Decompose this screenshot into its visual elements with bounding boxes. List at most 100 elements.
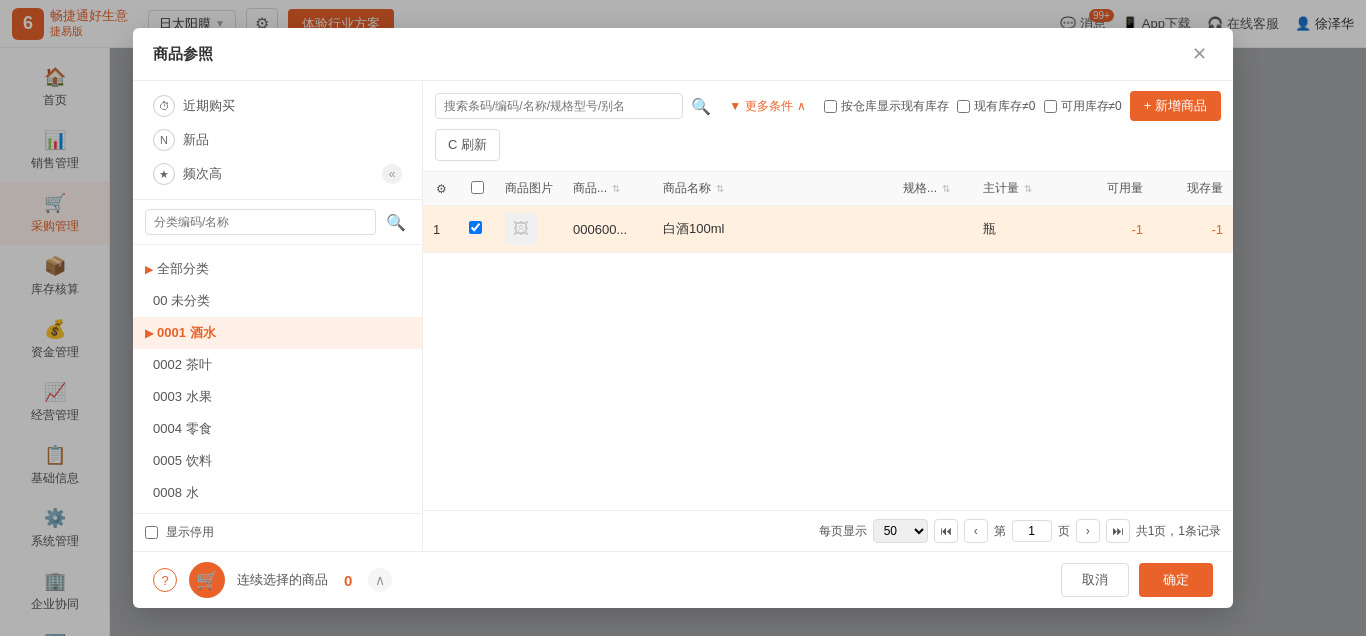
td-name: 白酒100ml bbox=[653, 206, 893, 253]
th-unit[interactable]: 主计量 ⇅ bbox=[973, 172, 1053, 206]
per-page-label: 每页显示 bbox=[819, 523, 867, 540]
total-info: 共1页，1条记录 bbox=[1136, 523, 1221, 540]
show-disabled-checkbox[interactable] bbox=[145, 526, 158, 539]
th-spec[interactable]: 规格... ⇅ bbox=[893, 172, 973, 206]
recent-icon: ⏱ bbox=[153, 95, 175, 117]
th-img: 商品图片 bbox=[495, 172, 563, 206]
more-conditions-label: 更多条件 bbox=[745, 98, 793, 115]
td-avail: -1 bbox=[1053, 206, 1153, 253]
modal-footer: ? 🛒 连续选择的商品 0 ∧ 取消 确定 bbox=[133, 551, 1233, 608]
td-code: 000600... bbox=[563, 206, 653, 253]
filter-recent[interactable]: ⏱ 近期购买 bbox=[145, 89, 410, 123]
category-search-input[interactable] bbox=[145, 209, 376, 235]
new-icon: N bbox=[153, 129, 175, 151]
page-input[interactable] bbox=[1012, 520, 1052, 542]
cat-0003[interactable]: 0003 水果 bbox=[133, 381, 422, 413]
first-page-button[interactable]: ⏮ bbox=[934, 519, 958, 543]
filter-new[interactable]: N 新品 bbox=[145, 123, 410, 157]
selected-count: 0 bbox=[344, 572, 352, 589]
th-settings[interactable]: ⚙ bbox=[423, 172, 459, 206]
stock-ne0-label: 现有库存≠0 bbox=[974, 98, 1035, 115]
cat-0008[interactable]: 0008 水 bbox=[133, 477, 422, 509]
toolbar-row: 🔍 ▼ 更多条件 ∧ 按仓库显示现有库存 现有库存≠0 bbox=[423, 81, 1233, 172]
filter-frequent[interactable]: ★ 频次高 « bbox=[145, 157, 410, 191]
modal-body: ⏱ 近期购买 N 新品 ★ 频次高 « 🔍 bbox=[133, 81, 1233, 551]
td-seq: 1 bbox=[423, 206, 459, 253]
show-disabled-row: 显示停用 bbox=[133, 513, 422, 551]
new-label: 新品 bbox=[183, 131, 209, 149]
th-name[interactable]: 商品名称 ⇅ bbox=[653, 172, 893, 206]
td-img: 🖼 bbox=[495, 206, 563, 253]
recent-label: 近期购买 bbox=[183, 97, 235, 115]
next-page-button[interactable]: › bbox=[1076, 519, 1100, 543]
product-search-button[interactable]: 🔍 bbox=[691, 97, 711, 116]
quick-filters: ⏱ 近期购买 N 新品 ★ 频次高 « bbox=[133, 81, 422, 200]
help-icon[interactable]: ? bbox=[153, 568, 177, 592]
product-table: ⚙ 商品图片 商品... ⇅ bbox=[423, 172, 1233, 253]
collapse-footer-icon[interactable]: ∧ bbox=[368, 568, 392, 592]
product-thumbnail: 🖼 bbox=[505, 213, 537, 245]
confirm-button[interactable]: 确定 bbox=[1139, 563, 1213, 597]
td-check[interactable] bbox=[459, 206, 495, 253]
column-settings-icon: ⚙ bbox=[436, 182, 447, 196]
table-header-row: ⚙ 商品图片 商品... ⇅ bbox=[423, 172, 1233, 206]
cat-0001[interactable]: ▶ 0001 酒水 bbox=[133, 317, 422, 349]
last-page-button[interactable]: ⏭ bbox=[1106, 519, 1130, 543]
td-stock: -1 bbox=[1153, 206, 1233, 253]
add-product-button[interactable]: + 新增商品 bbox=[1130, 91, 1221, 121]
th-code[interactable]: 商品... ⇅ bbox=[563, 172, 653, 206]
sort-spec-icon: ⇅ bbox=[942, 183, 950, 194]
collapse-left-icon[interactable]: « bbox=[382, 164, 402, 184]
cancel-button[interactable]: 取消 bbox=[1061, 563, 1129, 597]
frequent-label: 频次高 bbox=[183, 165, 222, 183]
filter-icon: ▼ bbox=[729, 99, 741, 113]
stock-ne0-checkbox-row[interactable]: 现有库存≠0 bbox=[957, 98, 1035, 115]
warehouse-checkbox-row[interactable]: 按仓库显示现有库存 bbox=[824, 98, 949, 115]
modal-right-panel: 🔍 ▼ 更多条件 ∧ 按仓库显示现有库存 现有库存≠0 bbox=[423, 81, 1233, 551]
td-spec bbox=[893, 206, 973, 253]
stock-ne0-checkbox[interactable] bbox=[957, 100, 970, 113]
warehouse-checkbox[interactable] bbox=[824, 100, 837, 113]
avail-ne0-label: 可用库存≠0 bbox=[1061, 98, 1122, 115]
row-checkbox[interactable] bbox=[469, 221, 482, 234]
cat-0005[interactable]: 0005 饮料 bbox=[133, 445, 422, 477]
show-disabled-label[interactable]: 显示停用 bbox=[166, 524, 214, 541]
expand-0001-icon: ▶ bbox=[145, 327, 153, 340]
prev-page-button[interactable]: ‹ bbox=[964, 519, 988, 543]
footer-left: ? 🛒 连续选择的商品 0 ∧ bbox=[153, 562, 392, 598]
chevron-up-icon: ∧ bbox=[797, 99, 806, 113]
sort-unit-icon: ⇅ bbox=[1024, 183, 1032, 194]
modal-header: 商品参照 ✕ bbox=[133, 28, 1233, 81]
expand-all-icon: ▶ bbox=[145, 263, 153, 276]
th-stock: 现存量 bbox=[1153, 172, 1233, 206]
refresh-button[interactable]: C 刷新 bbox=[435, 129, 500, 161]
product-search-input[interactable] bbox=[435, 93, 683, 119]
avail-ne0-checkbox[interactable] bbox=[1044, 100, 1057, 113]
th-avail: 可用量 bbox=[1053, 172, 1153, 206]
modal-overlay: 商品参照 ✕ ⏱ 近期购买 N 新品 ★ bbox=[0, 0, 1366, 636]
selected-label: 连续选择的商品 bbox=[237, 571, 328, 589]
cart-button[interactable]: 🛒 bbox=[189, 562, 225, 598]
cat-0002[interactable]: 0002 茶叶 bbox=[133, 349, 422, 381]
modal-close-button[interactable]: ✕ bbox=[1185, 40, 1213, 68]
cat-all[interactable]: ▶ 全部分类 bbox=[133, 253, 422, 285]
category-search-row: 🔍 bbox=[133, 200, 422, 245]
more-conditions-button[interactable]: ▼ 更多条件 ∧ bbox=[719, 93, 816, 120]
th-check[interactable] bbox=[459, 172, 495, 206]
warehouse-checkbox-label: 按仓库显示现有库存 bbox=[841, 98, 949, 115]
category-tree: ▶ 全部分类 00 未分类 ▶ 0001 酒水 0002 茶叶 0003 水果 bbox=[133, 245, 422, 513]
page-unit: 页 bbox=[1058, 523, 1070, 540]
cat-00[interactable]: 00 未分类 bbox=[133, 285, 422, 317]
avail-ne0-checkbox-row[interactable]: 可用库存≠0 bbox=[1044, 98, 1122, 115]
sort-name-icon: ⇅ bbox=[716, 183, 724, 194]
category-search-button[interactable]: 🔍 bbox=[382, 208, 410, 236]
footer-right: 取消 确定 bbox=[1061, 563, 1213, 597]
table-row[interactable]: 1 🖼 000600... bbox=[423, 206, 1233, 253]
td-unit: 瓶 bbox=[973, 206, 1053, 253]
product-table-container: ⚙ 商品图片 商品... ⇅ bbox=[423, 172, 1233, 510]
modal-title: 商品参照 bbox=[153, 45, 213, 64]
pagination-row: 每页显示 50 20 100 200 ⏮ ‹ 第 页 › ⏭ 共1页，1条记录 bbox=[423, 510, 1233, 551]
select-all-checkbox[interactable] bbox=[471, 181, 484, 194]
per-page-select[interactable]: 50 20 100 200 bbox=[873, 519, 928, 543]
cat-0004[interactable]: 0004 零食 bbox=[133, 413, 422, 445]
